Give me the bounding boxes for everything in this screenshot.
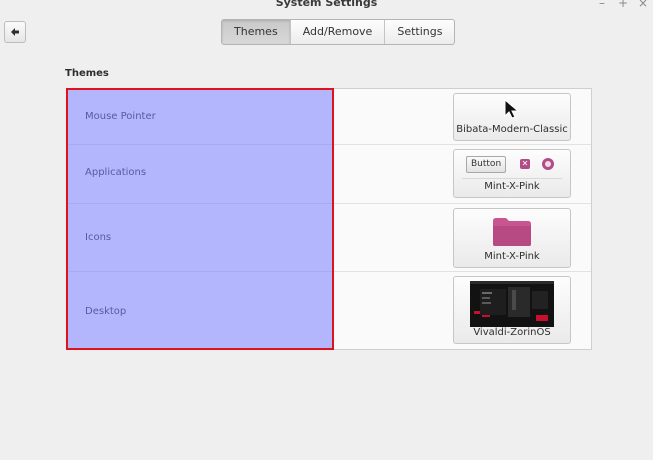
row-label: Mouse Pointer xyxy=(85,111,156,122)
theme-name: Mint-X-Pink xyxy=(484,181,540,192)
mouse-pointer-theme-button[interactable]: Bibata-Modern-Classic xyxy=(453,93,571,141)
applications-theme-button[interactable]: Button ✕ Mint-X-Pink xyxy=(453,149,571,198)
icons-theme-button[interactable]: Mint-X-Pink xyxy=(453,208,571,268)
preview-checkbox-icon: ✕ xyxy=(520,159,530,169)
preview-radio-icon xyxy=(542,158,554,170)
folder-icon xyxy=(493,218,531,246)
theme-name: Bibata-Modern-Classic xyxy=(456,124,568,135)
row-desktop: Desktop Vivaldi-ZorinOS xyxy=(67,272,591,349)
back-arrow-icon xyxy=(11,28,19,36)
preview-button: Button xyxy=(466,156,507,173)
tab-bar: Themes Add/Remove Settings xyxy=(221,19,456,45)
window-title: System Settings xyxy=(275,0,378,9)
desktop-thumbnail xyxy=(470,281,554,327)
back-button[interactable] xyxy=(4,21,26,43)
row-mouse-pointer: Mouse Pointer Bibata-Modern-Classic xyxy=(67,89,591,145)
tab-settings[interactable]: Settings xyxy=(385,20,454,44)
row-applications: Applications Button ✕ Mint-X-Pink xyxy=(67,145,591,204)
tab-add-remove[interactable]: Add/Remove xyxy=(291,20,386,44)
cursor-icon xyxy=(504,99,520,119)
row-icons: Icons Mint-X-Pink xyxy=(67,204,591,272)
themes-panel: Mouse Pointer Bibata-Modern-Classic Appl… xyxy=(66,88,592,350)
preview-divider xyxy=(462,178,562,179)
tab-themes[interactable]: Themes xyxy=(222,20,291,44)
close-button[interactable]: × xyxy=(636,0,650,10)
maximize-button[interactable]: + xyxy=(616,0,630,10)
row-label: Desktop xyxy=(85,306,127,317)
theme-name: Vivaldi-ZorinOS xyxy=(473,327,551,338)
theme-name: Mint-X-Pink xyxy=(484,251,540,262)
title-bar: System Settings – + × xyxy=(0,0,653,12)
minimize-button[interactable]: – xyxy=(595,0,609,10)
row-label: Applications xyxy=(85,167,147,178)
row-label: Icons xyxy=(85,232,112,243)
desktop-theme-button[interactable]: Vivaldi-ZorinOS xyxy=(453,276,571,344)
section-title: Themes xyxy=(65,68,109,79)
